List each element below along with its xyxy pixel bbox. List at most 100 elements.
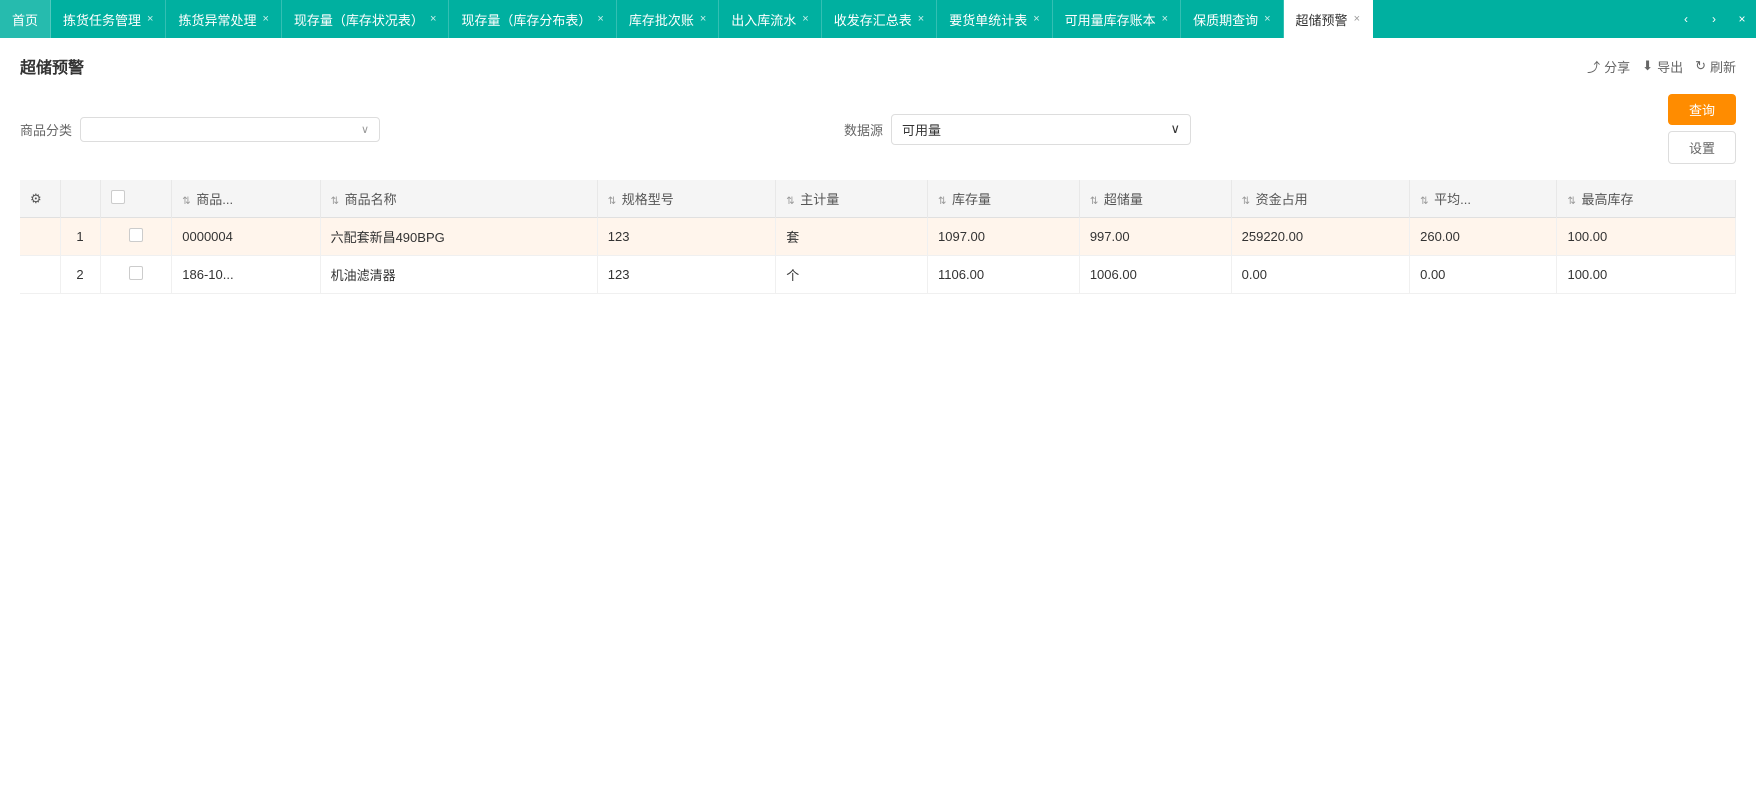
td-spec: 123	[597, 218, 775, 256]
filter-col-category: 商品分类 ∨	[20, 117, 824, 142]
close-icon[interactable]: ×	[262, 13, 268, 25]
share-button[interactable]: ⤴ 分享	[1587, 57, 1630, 76]
filter-buttons: 查询 设置	[1668, 94, 1736, 164]
nav-arrows: ‹ › ×	[1672, 0, 1756, 38]
th-name[interactable]: ⇅ 商品名称	[320, 180, 597, 218]
th-spec[interactable]: ⇅ 规格型号	[597, 180, 775, 218]
nav-tab-stock1[interactable]: 现存量（库存状况表） ×	[282, 0, 449, 38]
nav-tab-summary[interactable]: 收发存汇总表 ×	[822, 0, 937, 38]
td-capital: 0.00	[1231, 256, 1409, 294]
nav-tab-available[interactable]: 可用量库存账本 ×	[1053, 0, 1181, 38]
row-checkbox[interactable]	[129, 266, 143, 280]
td-empty	[20, 218, 60, 256]
nav-arrow-right[interactable]: ›	[1700, 0, 1728, 38]
close-icon[interactable]: ×	[918, 13, 924, 25]
nav-arrow-left[interactable]: ‹	[1672, 0, 1700, 38]
sort-icon: ⇅	[1090, 196, 1098, 207]
filter-row: 商品分类 ∨ 数据源 可用量 ∨ 查询 设置	[20, 94, 1736, 164]
refresh-button[interactable]: ↻ 刷新	[1695, 57, 1736, 76]
nav-tab-exception[interactable]: 拣货异常处理 ×	[166, 0, 281, 38]
th-stock[interactable]: ⇅ 库存量	[928, 180, 1080, 218]
close-icon[interactable]: ×	[700, 13, 706, 25]
sort-icon: ⇅	[331, 196, 339, 207]
header-actions: ⤴ 分享 ⬇ 导出 ↻ 刷新	[1587, 57, 1736, 76]
nav-arrow-close[interactable]: ×	[1728, 0, 1756, 38]
td-max: 100.00	[1557, 218, 1736, 256]
table-row: 2 186-10... 机油滤清器 123 个 1106.00	[20, 256, 1736, 294]
close-icon[interactable]: ×	[597, 13, 603, 25]
close-icon[interactable]: ×	[802, 13, 808, 25]
td-stock: 1097.00	[928, 218, 1080, 256]
td-checkbox[interactable]	[100, 218, 172, 256]
td-row-num: 2	[60, 256, 100, 294]
setting-button[interactable]: 设置	[1668, 131, 1736, 164]
nav-tab-flow[interactable]: 出入库流水 ×	[719, 0, 821, 38]
th-over[interactable]: ⇅ 超储量	[1079, 180, 1231, 218]
th-unit[interactable]: ⇅ 主计量	[776, 180, 928, 218]
close-icon[interactable]: ×	[430, 13, 436, 25]
td-code: 186-10...	[172, 256, 320, 294]
chevron-down-icon: ∨	[361, 123, 369, 136]
th-code[interactable]: ⇅ 商品...	[172, 180, 320, 218]
close-icon[interactable]: ×	[1033, 13, 1039, 25]
top-nav: 首页 拣货任务管理 × 拣货异常处理 × 现存量（库存状况表） × 现存量（库存…	[0, 0, 1756, 38]
nav-tab-home[interactable]: 首页	[0, 0, 51, 38]
query-button[interactable]: 查询	[1668, 94, 1736, 125]
th-gear[interactable]: ⚙	[20, 180, 60, 218]
td-stock: 1106.00	[928, 256, 1080, 294]
sort-icon: ⇅	[1242, 196, 1250, 207]
close-icon[interactable]: ×	[1162, 13, 1168, 25]
row-checkbox[interactable]	[129, 228, 143, 242]
td-over: 1006.00	[1079, 256, 1231, 294]
chevron-down-icon: ∨	[1171, 121, 1181, 137]
nav-tab-order-stat[interactable]: 要货单统计表 ×	[937, 0, 1052, 38]
nav-tab-stock2[interactable]: 现存量（库存分布表） ×	[449, 0, 616, 38]
sort-icon: ⇅	[1420, 196, 1428, 207]
datasource-select-value: 可用量	[902, 120, 941, 139]
page-header: 超储预警 ⤴ 分享 ⬇ 导出 ↻ 刷新	[20, 54, 1736, 78]
td-capital: 259220.00	[1231, 218, 1409, 256]
close-icon[interactable]: ×	[1264, 13, 1270, 25]
td-checkbox[interactable]	[100, 256, 172, 294]
sort-icon: ⇅	[786, 196, 794, 207]
td-max: 100.00	[1557, 256, 1736, 294]
export-button[interactable]: ⬇ 导出	[1642, 57, 1683, 76]
nav-tab-batch[interactable]: 库存批次账 ×	[617, 0, 719, 38]
nav-tab-task[interactable]: 拣货任务管理 ×	[51, 0, 166, 38]
td-row-num: 1	[60, 218, 100, 256]
td-name: 六配套新昌490BPG	[320, 218, 597, 256]
sort-icon: ⇅	[1567, 196, 1575, 207]
datasource-select[interactable]: 可用量 ∨	[891, 114, 1191, 145]
td-unit: 个	[776, 256, 928, 294]
td-unit: 套	[776, 218, 928, 256]
category-select[interactable]: ∨	[80, 117, 380, 142]
td-avg: 0.00	[1410, 256, 1557, 294]
nav-tab-expiry[interactable]: 保质期查询 ×	[1181, 0, 1283, 38]
td-code: 0000004	[172, 218, 320, 256]
sort-icon: ⇅	[608, 196, 616, 207]
th-checkbox	[100, 180, 172, 218]
close-icon[interactable]: ×	[147, 13, 153, 25]
table-header-row: ⚙ ⇅ 商品... ⇅ 商品名称 ⇅ 规格型号	[20, 180, 1736, 218]
td-empty	[20, 256, 60, 294]
datasource-label: 数据源	[844, 120, 883, 139]
th-capital[interactable]: ⇅ 资金占用	[1231, 180, 1409, 218]
th-max[interactable]: ⇅ 最高库存	[1557, 180, 1736, 218]
select-all-checkbox[interactable]	[111, 190, 125, 204]
td-avg: 260.00	[1410, 218, 1557, 256]
sort-icon: ⇅	[938, 196, 946, 207]
close-icon[interactable]: ×	[1354, 13, 1360, 25]
gear-icon[interactable]: ⚙	[30, 191, 42, 206]
page-title: 超储预警	[20, 54, 84, 78]
th-num	[60, 180, 100, 218]
th-avg[interactable]: ⇅ 平均...	[1410, 180, 1557, 218]
category-label: 商品分类	[20, 120, 72, 139]
td-spec: 123	[597, 256, 775, 294]
data-table: ⚙ ⇅ 商品... ⇅ 商品名称 ⇅ 规格型号	[20, 180, 1736, 294]
refresh-icon: ↻	[1695, 58, 1706, 74]
page-content: 超储预警 ⤴ 分享 ⬇ 导出 ↻ 刷新 商品分类 ∨ 数据源	[0, 38, 1756, 800]
export-icon: ⬇	[1642, 58, 1653, 74]
table-row: 1 0000004 六配套新昌490BPG 123 套 109	[20, 218, 1736, 256]
nav-tab-overstock[interactable]: 超储预警 ×	[1284, 0, 1373, 38]
td-name: 机油滤清器	[320, 256, 597, 294]
